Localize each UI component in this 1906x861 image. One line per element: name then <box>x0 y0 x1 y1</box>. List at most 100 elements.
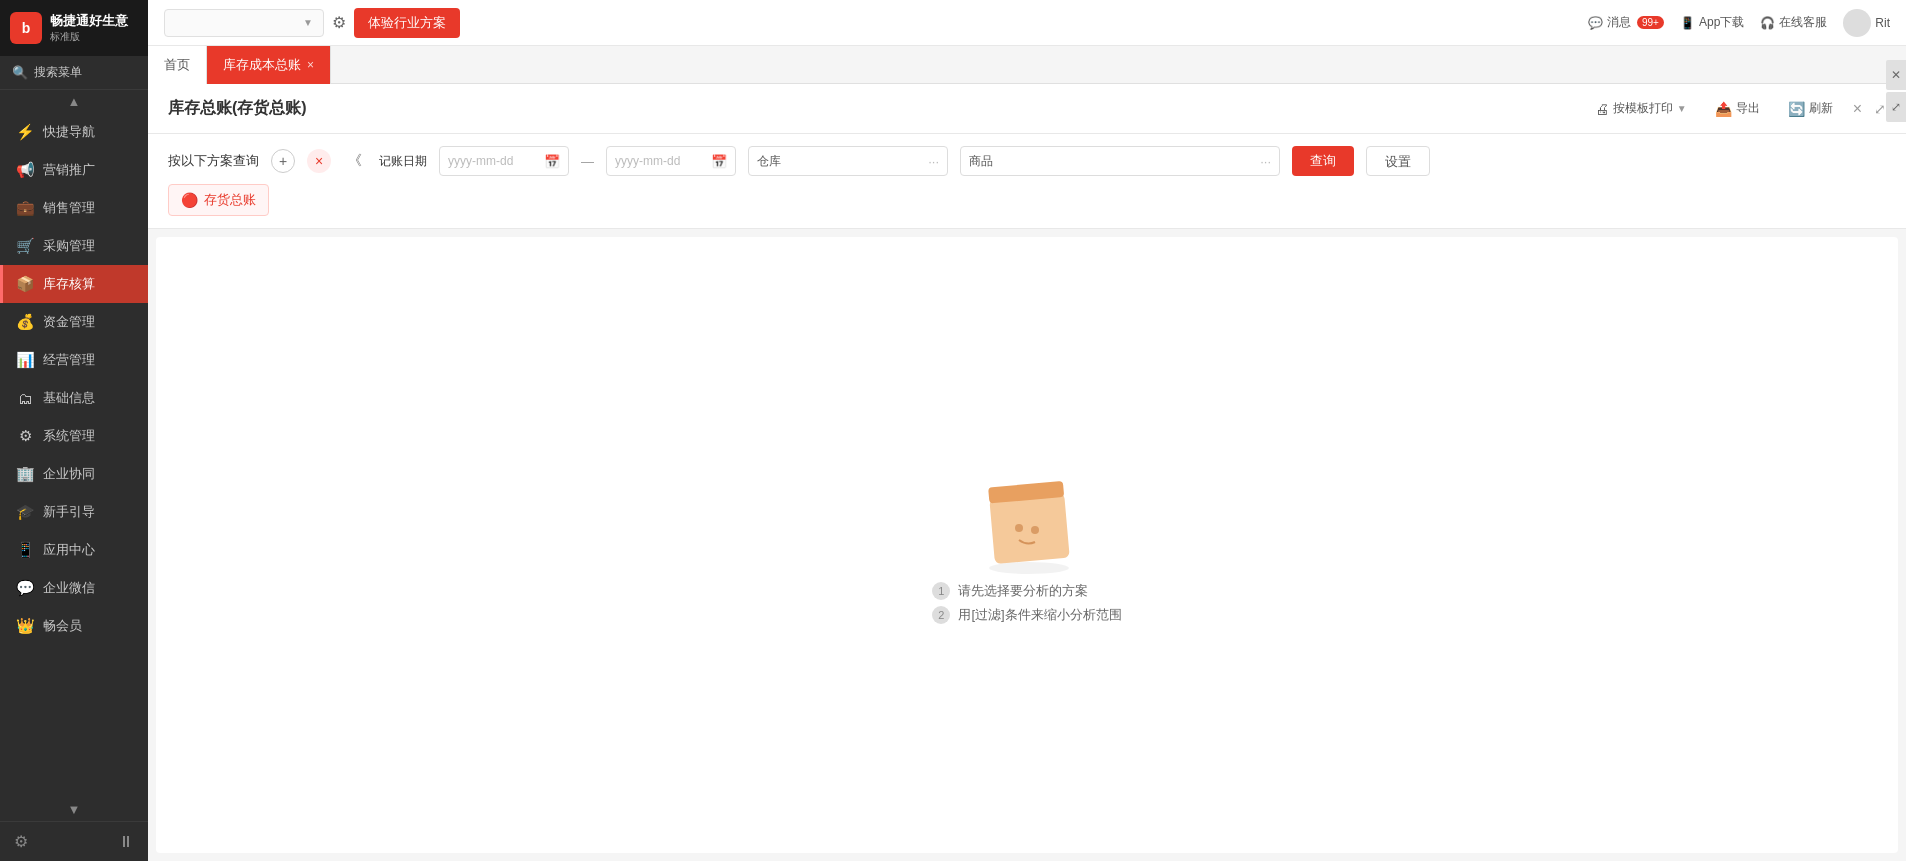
tab-home-label: 首页 <box>164 56 190 74</box>
messages-label: 消息 <box>1607 14 1631 31</box>
print-icon: 🖨 <box>1595 101 1609 117</box>
sidebar-search[interactable]: 🔍 搜索菜单 <box>0 56 148 90</box>
goods-filter[interactable]: 商品 ··· <box>960 146 1280 176</box>
export-icon: 📤 <box>1715 101 1732 117</box>
right-panel-close-btn[interactable]: ✕ <box>1886 60 1906 90</box>
quick-nav-icon: ⚡ <box>15 123 35 141</box>
empty-svg <box>967 466 1097 576</box>
sidebar-item-sales[interactable]: 💼 销售管理 <box>0 189 148 227</box>
guide-icon: 🎓 <box>15 503 35 521</box>
tab-inventory-cost[interactable]: 库存成本总账 × <box>207 46 331 84</box>
filter-clear-btn[interactable]: × <box>307 149 331 173</box>
refresh-icon: 🔄 <box>1788 101 1805 117</box>
top-bar-left: ▼ ⚙ 体验行业方案 <box>164 8 1588 38</box>
messages-btn[interactable]: 💬 消息 99+ <box>1588 14 1664 31</box>
svg-point-2 <box>1015 524 1023 532</box>
tip-text-2: 用[过滤]条件来缩小分析范围 <box>958 606 1121 624</box>
warehouse-label: 仓库 <box>757 153 924 170</box>
tab-inventory-cost-label: 库存成本总账 <box>223 56 301 74</box>
date-end-input[interactable]: yyyy-mm-dd 📅 <box>606 146 736 176</box>
sidebar-item-label: 快捷导航 <box>43 123 95 141</box>
sidebar-item-system[interactable]: ⚙ 系统管理 <box>0 417 148 455</box>
scheme-tag-inventory[interactable]: 🔴 存货总账 <box>168 184 269 216</box>
sidebar: b 畅捷通好生意 标准版 🔍 搜索菜单 ▲ ⚡ 快捷导航 📢 营销推广 💼 销售… <box>0 0 148 861</box>
svg-point-3 <box>1031 526 1039 534</box>
sidebar-item-quick-nav[interactable]: ⚡ 快捷导航 <box>0 113 148 151</box>
sidebar-item-marketing[interactable]: 📢 营销推广 <box>0 151 148 189</box>
sidebar-item-basic-info[interactable]: 🗂 基础信息 <box>0 379 148 417</box>
sidebar-item-app-center[interactable]: 📱 应用中心 <box>0 531 148 569</box>
user-profile[interactable]: Rit <box>1843 9 1890 37</box>
page-expand-btn[interactable]: ⤢ <box>1874 101 1886 117</box>
date-start-input[interactable]: yyyy-mm-dd 📅 <box>439 146 569 176</box>
sidebar-item-label: 应用中心 <box>43 541 95 559</box>
sidebar-item-label: 采购管理 <box>43 237 95 255</box>
app-download-btn[interactable]: 📱 App下载 <box>1680 14 1744 31</box>
search-icon: 🔍 <box>12 65 28 80</box>
sidebar-item-operations[interactable]: 📊 经营管理 <box>0 341 148 379</box>
print-dropdown-icon: ▼ <box>1677 103 1687 114</box>
enterprise-icon: 🏢 <box>15 465 35 483</box>
sidebar-item-label: 畅会员 <box>43 617 82 635</box>
filter-area: 按以下方案查询 + × 《 记账日期 yyyy-mm-dd 📅 — yyyy-m… <box>148 134 1906 229</box>
logo-icon: b <box>10 12 42 44</box>
sidebar-scroll-down[interactable]: ▼ <box>0 798 148 821</box>
print-template-btn[interactable]: 🖨 按模板打印 ▼ <box>1587 96 1695 121</box>
basic-info-icon: 🗂 <box>15 390 35 407</box>
top-bar: ▼ ⚙ 体验行业方案 💬 消息 99+ 📱 App下载 🎧 在线客服 Rit <box>148 0 1906 46</box>
sidebar-nav: ⚡ 快捷导航 📢 营销推广 💼 销售管理 🛒 采购管理 📦 库存核算 💰 资金管… <box>0 113 148 798</box>
app-name: 畅捷通好生意 <box>50 13 128 30</box>
dropdown-icon: ▼ <box>303 17 313 28</box>
sidebar-item-label: 系统管理 <box>43 427 95 445</box>
empty-tip-1: 1 请先选择要分析的方案 <box>932 582 1121 600</box>
app-logo: b 畅捷通好生意 标准版 <box>0 0 148 56</box>
tab-home[interactable]: 首页 <box>148 46 207 84</box>
system-icon: ⚙ <box>15 427 35 445</box>
page-header: 库存总账(存货总账) 🖨 按模板打印 ▼ 📤 导出 🔄 刷新 × ⤢ <box>148 84 1906 134</box>
sidebar-item-wechat[interactable]: 💬 企业微信 <box>0 569 148 607</box>
scheme-icon: 🔴 <box>181 192 198 208</box>
sidebar-item-label: 企业微信 <box>43 579 95 597</box>
tab-bar: 首页 库存成本总账 × <box>148 46 1906 84</box>
filter-row: 按以下方案查询 + × 《 记账日期 yyyy-mm-dd 📅 — yyyy-m… <box>168 146 1886 176</box>
settings-gear-icon[interactable]: ⚙ <box>332 13 346 32</box>
settings-btn[interactable]: 设置 <box>1366 146 1430 176</box>
warehouse-more-icon[interactable]: ··· <box>928 154 939 169</box>
main-content: ▼ ⚙ 体验行业方案 💬 消息 99+ 📱 App下载 🎧 在线客服 Rit <box>148 0 1906 861</box>
export-btn[interactable]: 📤 导出 <box>1707 96 1768 121</box>
tab-close-icon[interactable]: × <box>307 58 314 72</box>
sidebar-item-member[interactable]: 👑 畅会员 <box>0 607 148 645</box>
page-close-btn[interactable]: × <box>1853 100 1862 118</box>
top-search-input[interactable]: ▼ <box>164 9 324 37</box>
search-btn[interactable]: 查询 <box>1292 146 1354 176</box>
sidebar-item-enterprise[interactable]: 🏢 企业协同 <box>0 455 148 493</box>
sidebar-scroll-up[interactable]: ▲ <box>0 90 148 113</box>
goods-label: 商品 <box>969 153 1256 170</box>
finance-icon: 💰 <box>15 313 35 331</box>
sidebar-item-guide[interactable]: 🎓 新手引导 <box>0 493 148 531</box>
filter-collapse-btn[interactable]: 《 <box>343 149 367 173</box>
sidebar-item-finance[interactable]: 💰 资金管理 <box>0 303 148 341</box>
svg-point-4 <box>989 562 1069 574</box>
warehouse-filter[interactable]: 仓库 ··· <box>748 146 948 176</box>
filter-add-btn[interactable]: + <box>271 149 295 173</box>
tip-num-1: 1 <box>932 582 950 600</box>
goods-more-icon[interactable]: ··· <box>1260 154 1271 169</box>
settings-icon[interactable]: ⚙ <box>14 832 28 851</box>
sidebar-item-purchase[interactable]: 🛒 采购管理 <box>0 227 148 265</box>
empty-tip-2: 2 用[过滤]条件来缩小分析范围 <box>932 606 1121 624</box>
content-area: 1 请先选择要分析的方案 2 用[过滤]条件来缩小分析范围 <box>156 237 1898 853</box>
sidebar-item-inventory[interactable]: 📦 库存核算 <box>0 265 148 303</box>
sidebar-bottom: ⚙ ⏸ <box>0 821 148 861</box>
calendar-end-icon: 📅 <box>711 154 727 169</box>
refresh-btn[interactable]: 🔄 刷新 <box>1780 96 1841 121</box>
online-service-btn[interactable]: 🎧 在线客服 <box>1760 14 1827 31</box>
app-download-label: App下载 <box>1699 14 1744 31</box>
audio-icon[interactable]: ⏸ <box>118 833 134 851</box>
sidebar-item-label: 经营管理 <box>43 351 95 369</box>
trial-btn[interactable]: 体验行业方案 <box>354 8 460 38</box>
sidebar-search-label: 搜索菜单 <box>34 64 82 81</box>
date-separator: — <box>581 154 594 169</box>
right-panel-expand-btn[interactable]: ⤢ <box>1886 92 1906 122</box>
date-end-placeholder: yyyy-mm-dd <box>615 154 707 168</box>
